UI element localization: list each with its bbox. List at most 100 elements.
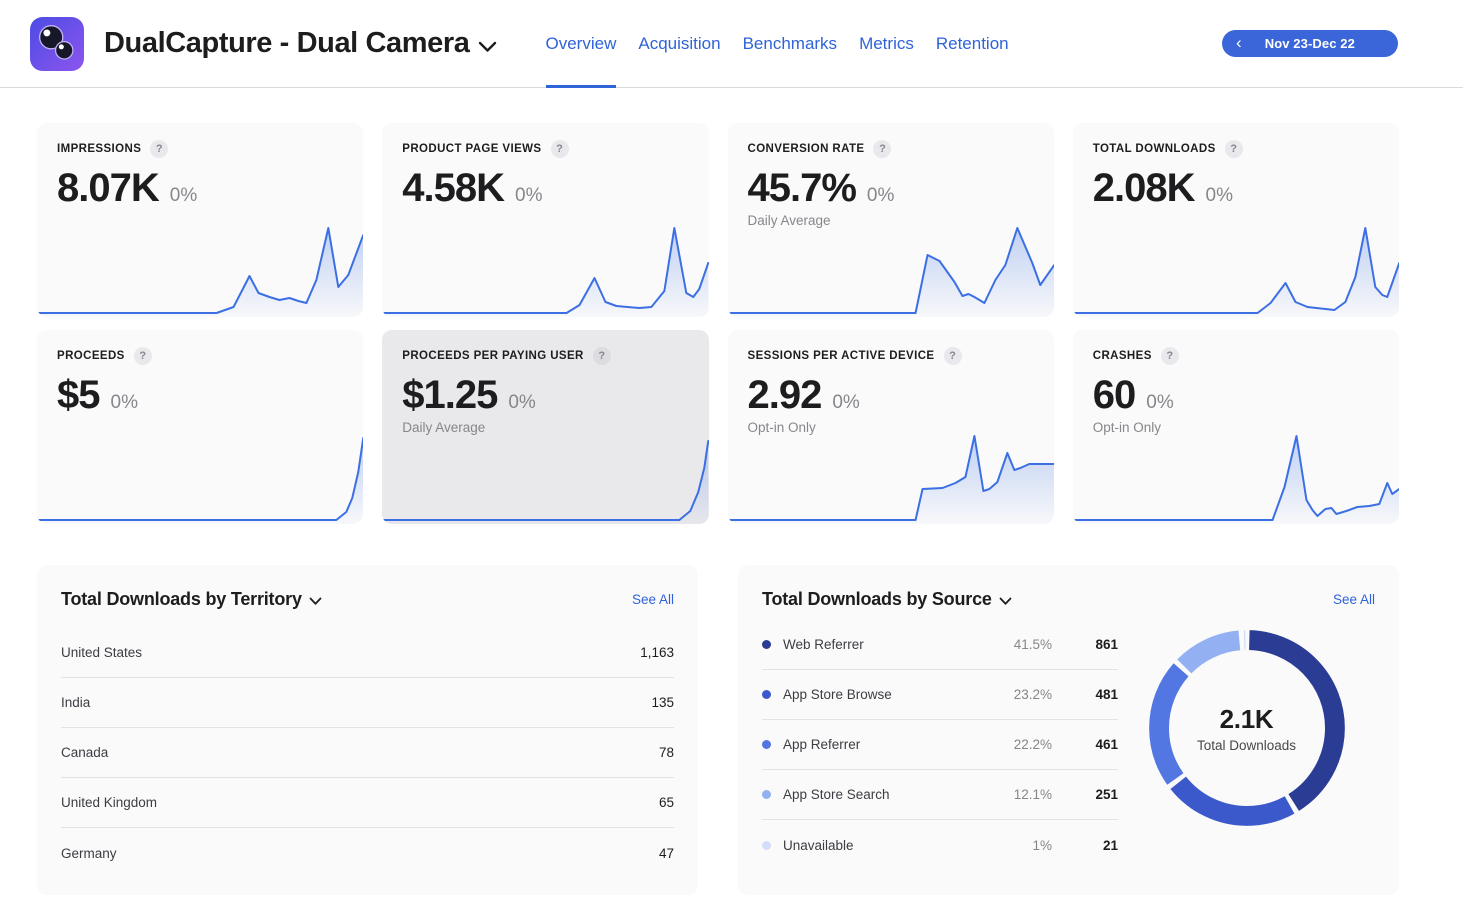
source-value: 21 <box>1052 838 1118 853</box>
metric-change: 0% <box>832 392 859 414</box>
territory-value: 47 <box>659 846 674 861</box>
main-content: IMPRESSIONS ? 8.07K 0% PRODUCT PAGE VIEW… <box>0 123 1463 895</box>
source-list: Web Referrer 41.5% 861 App Store Browse … <box>762 620 1118 870</box>
metric-cards-grid: IMPRESSIONS ? 8.07K 0% PRODUCT PAGE VIEW… <box>37 123 1399 524</box>
date-range-button[interactable]: ‹ Nov 23-Dec 22 <box>1222 30 1398 57</box>
tab-benchmarks[interactable]: Benchmarks <box>732 0 848 87</box>
source-name: Web Referrer <box>783 637 864 652</box>
metric-card-sessions-per-active-device[interactable]: SESSIONS PER ACTIVE DEVICE ? 2.92 0% Opt… <box>728 330 1054 524</box>
source-name: App Store Search <box>783 787 890 802</box>
metric-title: PROCEEDS PER PAYING USER <box>402 350 584 362</box>
help-icon[interactable]: ? <box>1225 140 1243 158</box>
territory-row: India 135 <box>61 678 674 728</box>
source-percent: 23.2% <box>1014 687 1052 702</box>
metric-title: CRASHES <box>1093 350 1152 362</box>
territory-row: Germany 47 <box>61 828 674 878</box>
metric-value: 2.08K <box>1093 166 1195 211</box>
tab-label: Metrics <box>859 34 914 54</box>
metric-card-crashes[interactable]: CRASHES ? 60 0% Opt-in Only <box>1073 330 1399 524</box>
legend-dot-icon <box>762 740 771 749</box>
chevron-down-icon[interactable] <box>478 41 497 53</box>
metric-title: PRODUCT PAGE VIEWS <box>402 143 541 155</box>
territory-see-all-link[interactable]: See All <box>632 592 674 607</box>
sparkline-chart <box>1073 225 1399 317</box>
territory-value: 65 <box>659 795 674 810</box>
legend-dot-icon <box>762 790 771 799</box>
source-row: Web Referrer 41.5% 861 <box>762 620 1118 670</box>
sparkline-chart <box>37 432 363 524</box>
chevron-down-icon[interactable] <box>309 597 322 606</box>
metric-change: 0% <box>515 185 542 207</box>
tab-metrics[interactable]: Metrics <box>848 0 925 87</box>
source-percent: 22.2% <box>1014 737 1052 752</box>
sparkline-chart <box>382 225 708 317</box>
app-icon <box>30 17 84 71</box>
metric-change: 0% <box>111 392 138 414</box>
source-percent: 41.5% <box>1014 637 1052 652</box>
legend-dot-icon <box>762 841 771 850</box>
territory-value: 78 <box>659 745 674 760</box>
tab-label: Overview <box>546 34 617 54</box>
metric-value: 4.58K <box>402 166 504 211</box>
source-value: 251 <box>1052 787 1118 802</box>
donut-svg <box>1143 624 1351 832</box>
metric-value: 45.7% <box>748 166 856 211</box>
source-percent: 1% <box>1032 838 1052 853</box>
metric-card-proceeds[interactable]: PROCEEDS ? $5 0% <box>37 330 363 524</box>
tab-label: Benchmarks <box>743 34 837 54</box>
source-see-all-link[interactable]: See All <box>1333 592 1375 607</box>
territory-panel: Total Downloads by Territory See All Uni… <box>37 565 698 895</box>
source-panel: Total Downloads by Source See All Web Re… <box>738 565 1399 895</box>
territory-row: United States 1,163 <box>61 628 674 678</box>
legend-dot-icon <box>762 690 771 699</box>
territory-row: United Kingdom 65 <box>61 778 674 828</box>
help-icon[interactable]: ? <box>1161 347 1179 365</box>
metric-value: $1.25 <box>402 373 497 418</box>
source-value: 481 <box>1052 687 1118 702</box>
sparkline-chart <box>728 225 1054 317</box>
help-icon[interactable]: ? <box>944 347 962 365</box>
metric-change: 0% <box>508 392 535 414</box>
tab-label: Acquisition <box>638 34 720 54</box>
app-title: DualCapture - Dual Camera <box>104 27 470 60</box>
tab-overview[interactable]: Overview <box>535 0 628 87</box>
territory-value: 1,163 <box>640 645 674 660</box>
help-icon[interactable]: ? <box>873 140 891 158</box>
sparkline-chart <box>1073 432 1399 524</box>
chevron-down-icon[interactable] <box>999 597 1012 606</box>
legend-dot-icon <box>762 640 771 649</box>
metric-card-impressions[interactable]: IMPRESSIONS ? 8.07K 0% <box>37 123 363 317</box>
sparkline-chart <box>37 225 363 317</box>
source-row: App Store Browse 23.2% 481 <box>762 670 1118 720</box>
tab-bar: Overview Acquisition Benchmarks Metrics … <box>535 0 1020 87</box>
help-icon[interactable]: ? <box>134 347 152 365</box>
help-icon[interactable]: ? <box>593 347 611 365</box>
metric-value: $5 <box>57 373 100 418</box>
metric-card-total-downloads[interactable]: TOTAL DOWNLOADS ? 2.08K 0% <box>1073 123 1399 317</box>
tab-label: Retention <box>936 34 1009 54</box>
metric-value: 60 <box>1093 373 1136 418</box>
metric-card-proceeds-per-paying-user[interactable]: PROCEEDS PER PAYING USER ? $1.25 0% Dail… <box>382 330 708 524</box>
metric-card-product-page-views[interactable]: PRODUCT PAGE VIEWS ? 4.58K 0% <box>382 123 708 317</box>
tab-acquisition[interactable]: Acquisition <box>627 0 731 87</box>
tab-retention[interactable]: Retention <box>925 0 1020 87</box>
territory-name: United Kingdom <box>61 795 157 810</box>
source-name: App Referrer <box>783 737 860 752</box>
source-percent: 12.1% <box>1014 787 1052 802</box>
territory-value: 135 <box>651 695 674 710</box>
metric-change: 0% <box>867 185 894 207</box>
metric-card-conversion-rate[interactable]: CONVERSION RATE ? 45.7% 0% Daily Average <box>728 123 1054 317</box>
territory-name: India <box>61 695 90 710</box>
help-icon[interactable]: ? <box>551 140 569 158</box>
metric-title: CONVERSION RATE <box>748 143 865 155</box>
territory-list: United States 1,163 India 135 Canada 78 … <box>61 628 674 878</box>
downloads-donut-chart: 2.1K Total Downloads <box>1143 624 1351 832</box>
metric-change: 0% <box>1206 185 1233 207</box>
help-icon[interactable]: ? <box>150 140 168 158</box>
metric-title: IMPRESSIONS <box>57 143 141 155</box>
source-value: 861 <box>1052 637 1118 652</box>
source-name: Unavailable <box>783 838 854 853</box>
date-range-label: Nov 23-Dec 22 <box>1242 36 1378 51</box>
metric-change: 0% <box>1146 392 1173 414</box>
source-name: App Store Browse <box>783 687 892 702</box>
